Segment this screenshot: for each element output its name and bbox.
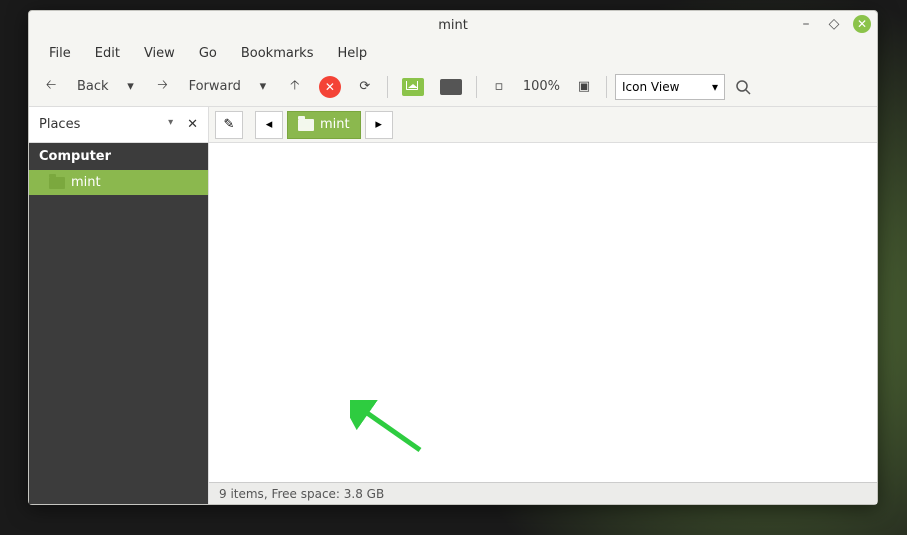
close-button[interactable]: ✕ bbox=[853, 15, 871, 33]
maximize-button[interactable]: ◇ bbox=[825, 15, 843, 33]
home-icon bbox=[49, 177, 65, 189]
menu-edit[interactable]: Edit bbox=[85, 42, 130, 65]
status-text: 9 items, Free space: 3.8 GB bbox=[219, 487, 384, 501]
stop-button[interactable]: ✕ bbox=[313, 73, 347, 101]
forward-dropdown[interactable]: ▾ bbox=[249, 73, 277, 101]
menu-help[interactable]: Help bbox=[327, 42, 377, 65]
menu-bookmarks[interactable]: Bookmarks bbox=[231, 42, 324, 65]
window-title: mint bbox=[438, 18, 468, 33]
path-current-label: mint bbox=[320, 117, 350, 132]
back-label[interactable]: Back bbox=[69, 73, 113, 101]
titlebar: mint – ◇ ✕ bbox=[29, 11, 877, 39]
statusbar: 9 items, Free space: 3.8 GB bbox=[209, 482, 877, 504]
menu-view[interactable]: View bbox=[134, 42, 185, 65]
back-button[interactable]: 🡠 bbox=[37, 73, 65, 101]
sidebar-dropdown[interactable]: ▾ bbox=[168, 117, 173, 132]
forward-button[interactable]: 🡢 bbox=[149, 73, 177, 101]
zoom-out-button[interactable]: ▫ bbox=[485, 73, 513, 101]
home-button[interactable] bbox=[396, 73, 430, 101]
sidebar-title: Places bbox=[39, 117, 80, 132]
sidebar-close-button[interactable]: ✕ bbox=[187, 117, 198, 132]
computer-button[interactable] bbox=[434, 73, 468, 101]
chevron-down-icon: ▾ bbox=[712, 80, 718, 94]
pathbar: ✎ ◂ mint ▸ bbox=[209, 107, 877, 143]
sidebar-heading: Computer bbox=[29, 143, 208, 170]
sidebar-item-label: mint bbox=[71, 175, 101, 190]
zoom-in-button[interactable]: ▣ bbox=[570, 73, 598, 101]
edit-path-button[interactable]: ✎ bbox=[215, 111, 243, 139]
view-mode-label: Icon View bbox=[622, 80, 679, 94]
search-button[interactable] bbox=[729, 73, 757, 101]
path-forward-button[interactable]: ▸ bbox=[365, 111, 393, 139]
minimize-button[interactable]: – bbox=[797, 15, 815, 33]
sidebar-item-mint[interactable]: mint bbox=[29, 170, 208, 195]
path-back-button[interactable]: ◂ bbox=[255, 111, 283, 139]
sidebar: Places ▾ ✕ Computer mint bbox=[29, 107, 209, 504]
menubar: File Edit View Go Bookmarks Help bbox=[29, 39, 877, 67]
reload-button[interactable]: ⟳ bbox=[351, 73, 379, 101]
home-icon bbox=[298, 119, 314, 131]
forward-label[interactable]: Forward bbox=[181, 73, 245, 101]
view-mode-select[interactable]: Icon View ▾ bbox=[615, 74, 725, 100]
file-grid bbox=[209, 143, 877, 482]
up-button[interactable]: 🡡 bbox=[281, 73, 309, 101]
zoom-level[interactable]: 100% bbox=[517, 73, 566, 101]
search-icon bbox=[735, 79, 751, 95]
toolbar: 🡠 Back ▾ 🡢 Forward ▾ 🡡 ✕ ⟳ ▫ 100% ▣ Icon… bbox=[29, 67, 877, 107]
file-manager-window: mint – ◇ ✕ File Edit View Go Bookmarks H… bbox=[28, 10, 878, 505]
back-dropdown[interactable]: ▾ bbox=[117, 73, 145, 101]
menu-go[interactable]: Go bbox=[189, 42, 227, 65]
menu-file[interactable]: File bbox=[39, 42, 81, 65]
path-segment-current[interactable]: mint bbox=[287, 111, 361, 139]
